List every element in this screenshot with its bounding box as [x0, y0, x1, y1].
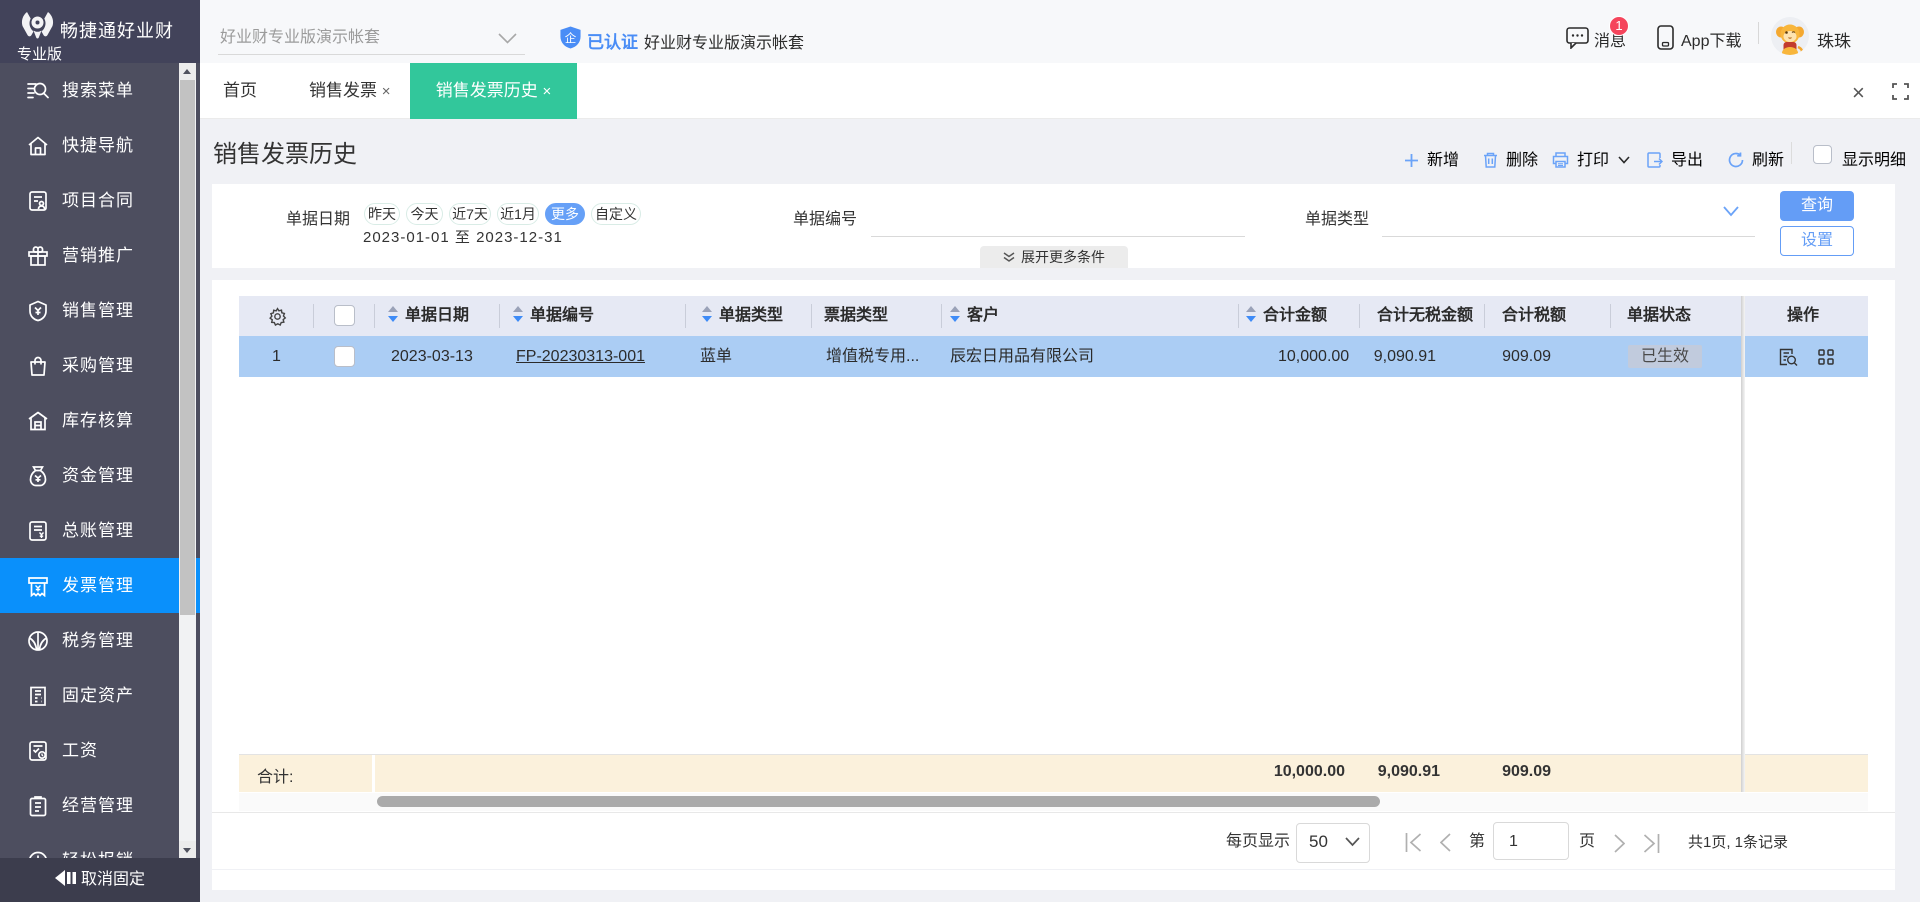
- svg-text:企: 企: [565, 31, 577, 45]
